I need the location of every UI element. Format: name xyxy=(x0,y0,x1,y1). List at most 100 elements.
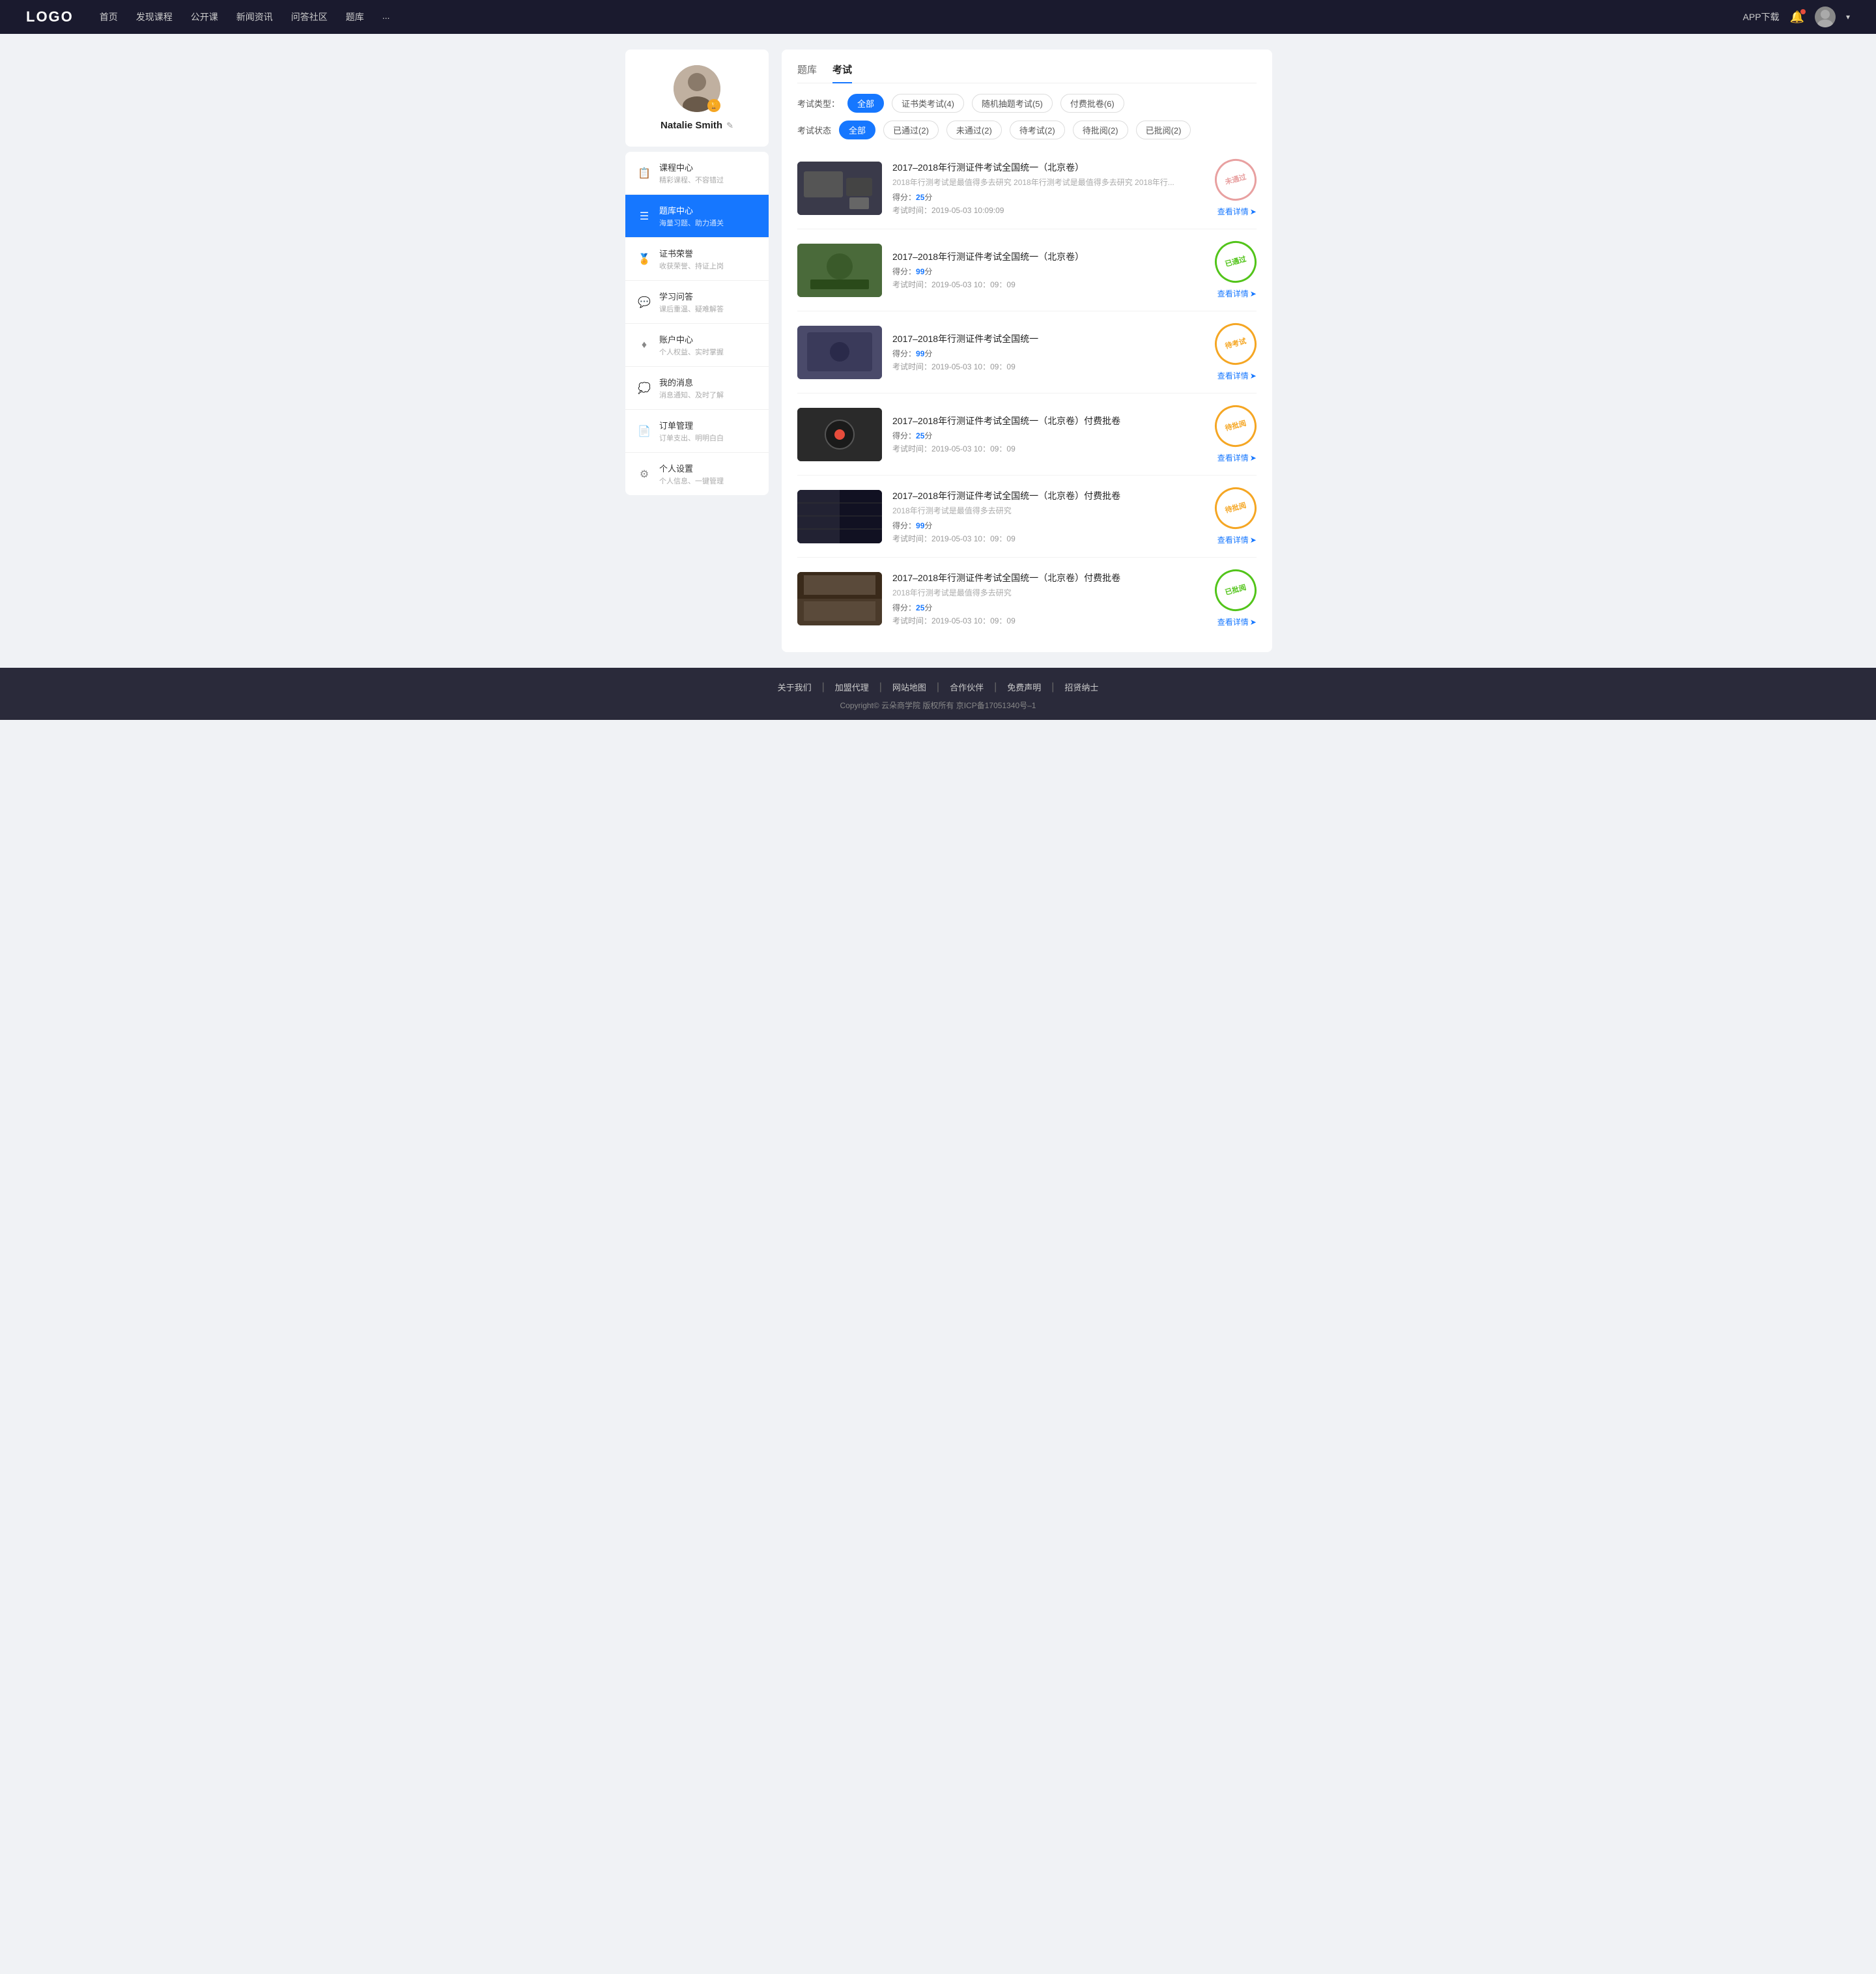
sidebar-item-cert[interactable]: 🏅 证书荣誉 收获荣誉、持证上岗 xyxy=(625,238,769,281)
status-filter-passed[interactable]: 已通过(2) xyxy=(883,121,939,139)
footer-link-about[interactable]: 关于我们 xyxy=(767,681,822,693)
exam-item-4: 2017–2018年行测证件考试全国统一（北京卷）付费批卷 得分：25分 考试时… xyxy=(797,393,1257,476)
exam-status-1: 未通过 查看详情 ➤ xyxy=(1185,159,1257,217)
avatar[interactable] xyxy=(1815,7,1836,27)
sidebar-item-title-msg: 我的消息 xyxy=(659,376,724,388)
status-filter-all[interactable]: 全部 xyxy=(839,121,875,139)
score-val-6: 25 xyxy=(916,603,924,612)
exam-status-3: 待考试 查看详情 ➤ xyxy=(1185,323,1257,381)
exam-time-6: 考试时间：2019-05-03 10：09：09 xyxy=(892,615,1174,626)
nav-bank[interactable]: 题库 xyxy=(346,10,364,23)
type-filter-cert[interactable]: 证书类考试(4) xyxy=(892,94,964,113)
time-label-5: 考试时间： xyxy=(892,534,931,543)
logo[interactable]: LOGO xyxy=(26,8,74,25)
exam-detail-link-2[interactable]: 查看详情 ➤ xyxy=(1217,288,1257,299)
score-unit-3: 分 xyxy=(924,349,932,358)
type-filter-label: 考试类型： xyxy=(797,97,840,109)
exam-title-1: 2017–2018年行测证件考试全国统一（北京卷） xyxy=(892,161,1174,174)
cert-icon: 🏅 xyxy=(637,252,651,266)
exam-status-4: 待批阅 查看详情 ➤ xyxy=(1185,405,1257,463)
sidebar-item-title-settings: 个人设置 xyxy=(659,462,724,474)
status-stamp-5: 待批阅 xyxy=(1210,483,1261,534)
msg-icon: 💭 xyxy=(637,381,651,395)
footer-link-agent[interactable]: 加盟代理 xyxy=(825,681,879,693)
app-download-link[interactable]: APP下载 xyxy=(1743,10,1780,23)
exam-title-4: 2017–2018年行测证件考试全国统一（北京卷）付费批卷 xyxy=(892,414,1174,427)
sidebar-item-account[interactable]: ♦ 账户中心 个人权益、实时掌握 xyxy=(625,324,769,367)
status-stamp-4: 待批阅 xyxy=(1210,401,1261,451)
nav-open-course[interactable]: 公开课 xyxy=(191,10,218,23)
footer-link-jobs[interactable]: 招贤纳士 xyxy=(1054,681,1109,693)
account-icon: ♦ xyxy=(637,338,651,352)
thumb-img-3 xyxy=(797,326,882,379)
exam-item-6: 2017–2018年行测证件考试全国统一（北京卷）付费批卷 2018年行测考试是… xyxy=(797,558,1257,639)
nav-home[interactable]: 首页 xyxy=(100,10,118,23)
exam-status-2: 已通过 查看详情 ➤ xyxy=(1185,241,1257,299)
time-val-6: 2019-05-03 10：09：09 xyxy=(931,616,1016,625)
status-filter-label: 考试状态 xyxy=(797,124,831,136)
profile-edit-icon[interactable]: ✎ xyxy=(726,121,733,131)
status-stamp-2: 已通过 xyxy=(1210,236,1261,287)
nav-courses[interactable]: 发现课程 xyxy=(136,10,173,23)
sidebar-item-qa[interactable]: 💬 学习问答 课后重温、疑难解答 xyxy=(625,281,769,324)
sidebar-item-bank[interactable]: ☰ 题库中心 海量习题、助力通关 xyxy=(625,195,769,238)
time-label-6: 考试时间： xyxy=(892,616,931,625)
footer-link-disclaimer[interactable]: 免费声明 xyxy=(997,681,1051,693)
type-filter-paid[interactable]: 付费批卷(6) xyxy=(1060,94,1124,113)
sidebar-item-settings[interactable]: ⚙ 个人设置 个人信息、一键管理 xyxy=(625,453,769,495)
exam-detail-link-6[interactable]: 查看详情 ➤ xyxy=(1217,616,1257,627)
footer-link-partner[interactable]: 合作伙伴 xyxy=(939,681,994,693)
status-filter-failed[interactable]: 未通过(2) xyxy=(946,121,1002,139)
exam-detail-link-5[interactable]: 查看详情 ➤ xyxy=(1217,534,1257,545)
exam-thumb-5 xyxy=(797,490,882,543)
footer-links: 关于我们 | 加盟代理 | 网站地图 | 合作伙伴 | 免费声明 | 招贤纳士 xyxy=(0,681,1876,693)
exam-status-6: 已批阅 查看详情 ➤ xyxy=(1185,569,1257,627)
time-label-3: 考试时间： xyxy=(892,362,931,371)
order-icon: 📄 xyxy=(637,424,651,438)
sidebar-item-sub-account: 个人权益、实时掌握 xyxy=(659,347,724,357)
navbar: LOGO 首页 发现课程 公开课 新闻资讯 问答社区 题库 ... APP下载 … xyxy=(0,0,1876,34)
exam-score-5: 得分：99分 xyxy=(892,520,1174,531)
thumb-img-2 xyxy=(797,244,882,297)
sidebar-item-title-cert: 证书荣誉 xyxy=(659,247,724,259)
status-filter-pending-review[interactable]: 待批阅(2) xyxy=(1073,121,1128,139)
type-filter-all[interactable]: 全部 xyxy=(847,94,884,113)
profile-avatar-wrap: 🏆 xyxy=(674,65,720,112)
exam-detail-link-1[interactable]: 查看详情 ➤ xyxy=(1217,206,1257,217)
nav-news[interactable]: 新闻资讯 xyxy=(236,10,273,23)
exam-desc-1: 2018年行测考试是最值得多去研究 2018年行测考试是最值得多去研究 2018… xyxy=(892,177,1174,188)
exam-detail-link-4[interactable]: 查看详情 ➤ xyxy=(1217,452,1257,463)
sidebar-item-sub-qa: 课后重温、疑难解答 xyxy=(659,304,724,314)
notification-bell[interactable]: 🔔 xyxy=(1790,10,1804,24)
score-label-4: 得分： xyxy=(892,431,916,440)
exam-detail-link-3[interactable]: 查看详情 ➤ xyxy=(1217,370,1257,381)
profile-name: Natalie Smith xyxy=(661,120,722,131)
nav-qa[interactable]: 问答社区 xyxy=(291,10,328,23)
status-filter-reviewed[interactable]: 已批阅(2) xyxy=(1136,121,1191,139)
sidebar-item-title-order: 订单管理 xyxy=(659,419,724,431)
tab-exam[interactable]: 考试 xyxy=(832,63,852,83)
exam-info-4: 2017–2018年行测证件考试全国统一（北京卷）付费批卷 得分：25分 考试时… xyxy=(892,414,1174,454)
status-filter-pending-exam[interactable]: 待考试(2) xyxy=(1010,121,1065,139)
exam-time-2: 考试时间：2019-05-03 10：09：09 xyxy=(892,279,1174,290)
nav-more[interactable]: ... xyxy=(382,10,390,23)
score-val-3: 99 xyxy=(916,349,924,358)
exam-score-3: 得分：99分 xyxy=(892,348,1174,359)
exam-title-5: 2017–2018年行测证件考试全国统一（北京卷）付费批卷 xyxy=(892,489,1174,502)
exam-title-2: 2017–2018年行测证件考试全国统一（北京卷） xyxy=(892,250,1174,263)
sidebar-item-msg[interactable]: 💭 我的消息 消息通知、及时了解 xyxy=(625,367,769,410)
exam-thumb-4 xyxy=(797,408,882,461)
tab-bank[interactable]: 题库 xyxy=(797,63,817,83)
exam-item-5: 2017–2018年行测证件考试全国统一（北京卷）付费批卷 2018年行测考试是… xyxy=(797,476,1257,558)
user-dropdown-arrow[interactable]: ▾ xyxy=(1846,12,1850,21)
footer: 关于我们 | 加盟代理 | 网站地图 | 合作伙伴 | 免费声明 | 招贤纳士 … xyxy=(0,668,1876,720)
type-filter-random[interactable]: 随机抽题考试(5) xyxy=(972,94,1053,113)
avatar-img xyxy=(1815,7,1836,27)
exam-desc-5: 2018年行测考试是最值得多去研究 xyxy=(892,505,1174,516)
sidebar-item-order[interactable]: 📄 订单管理 订单支出、明明白白 xyxy=(625,410,769,453)
sidebar-item-sub-bank: 海量习题、助力通关 xyxy=(659,218,724,228)
sidebar-item-course[interactable]: 📋 课程中心 精彩课程、不容错过 xyxy=(625,152,769,195)
exam-thumb-1 xyxy=(797,162,882,215)
footer-link-sitemap[interactable]: 网站地图 xyxy=(882,681,937,693)
time-label-1: 考试时间： xyxy=(892,206,931,215)
